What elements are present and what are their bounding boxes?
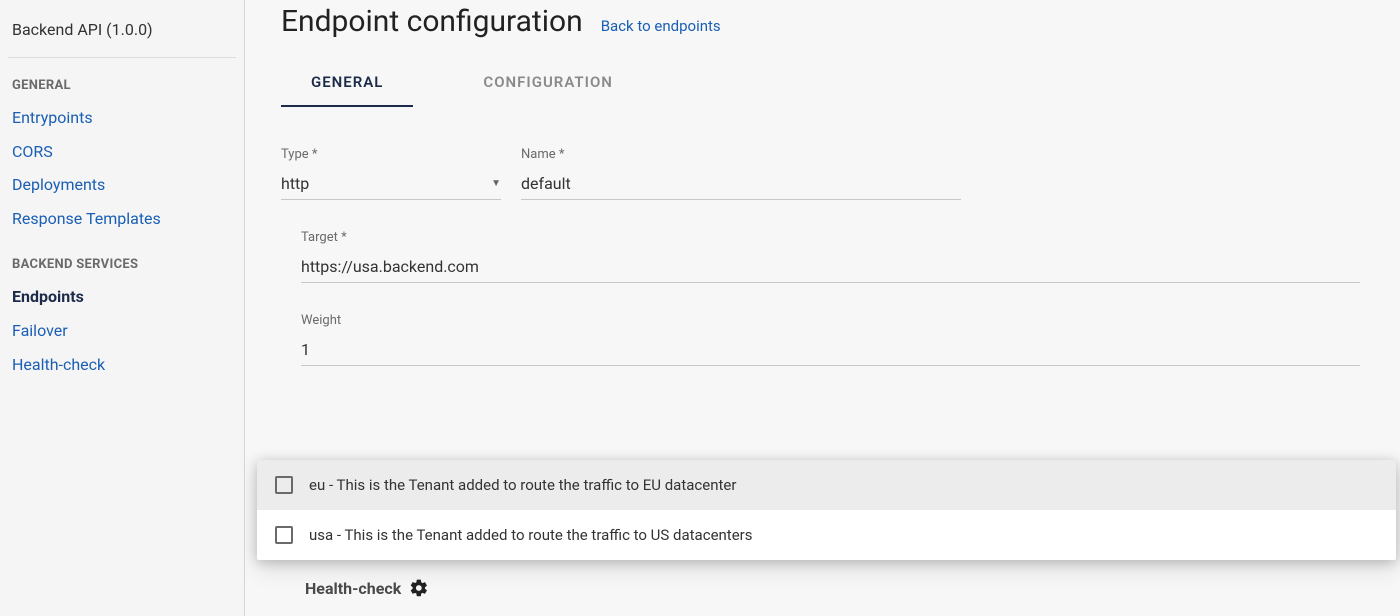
gear-icon [409, 578, 429, 598]
sidebar-section-label-general: GENERAL [0, 78, 244, 101]
target-input-wrap [301, 257, 1360, 283]
weight-input[interactable] [301, 340, 1360, 359]
health-check-label: Health-check [305, 579, 401, 598]
caret-down-icon: ▼ [491, 178, 501, 189]
form-row-type-name: Type * http ▼ Name * [281, 147, 1360, 200]
page-title: Endpoint configuration [281, 4, 583, 39]
tab-configuration[interactable]: CONFIGURATION [453, 63, 643, 107]
field-label-target: Target * [301, 230, 1360, 245]
tenant-option-label: usa - This is the Tenant added to route … [309, 526, 753, 544]
field-label-weight: Weight [301, 313, 1360, 328]
sidebar-item-response-templates[interactable]: Response Templates [0, 202, 244, 236]
checkbox-icon [275, 476, 293, 494]
tenant-dropdown-panel: eu - This is the Tenant added to route t… [257, 460, 1396, 560]
sidebar-item-deployments[interactable]: Deployments [0, 168, 244, 202]
tenant-option-label: eu - This is the Tenant added to route t… [309, 476, 736, 494]
name-input-wrap [521, 174, 961, 200]
type-select[interactable]: http ▼ [281, 174, 501, 200]
health-check-section-header: Health-check [305, 578, 429, 598]
name-input[interactable] [521, 174, 961, 193]
sidebar-item-entrypoints[interactable]: Entrypoints [0, 101, 244, 135]
target-input[interactable] [301, 257, 1360, 276]
sidebar-item-endpoints[interactable]: Endpoints [0, 280, 244, 314]
field-target: Target * [301, 230, 1360, 283]
sidebar-title: Backend API (1.0.0) [0, 20, 244, 57]
tenant-option-usa[interactable]: usa - This is the Tenant added to route … [257, 510, 1396, 560]
field-name: Name * [521, 147, 961, 200]
sidebar: Backend API (1.0.0) GENERAL Entrypoints … [0, 0, 245, 616]
weight-input-wrap [301, 340, 1360, 366]
form-area: Type * http ▼ Name * Target * [281, 107, 1400, 366]
sidebar-item-cors[interactable]: CORS [0, 135, 244, 169]
main-content: Endpoint configuration Back to endpoints… [245, 0, 1400, 616]
field-label-name: Name * [521, 147, 961, 162]
checkbox-icon [275, 526, 293, 544]
sidebar-item-healthcheck[interactable]: Health-check [0, 348, 244, 382]
field-label-type: Type * [281, 147, 501, 162]
tab-general[interactable]: GENERAL [281, 63, 413, 107]
back-to-endpoints-link[interactable]: Back to endpoints [601, 17, 721, 35]
sidebar-section-general: GENERAL Entrypoints CORS Deployments Res… [0, 78, 244, 235]
field-weight: Weight [301, 313, 1360, 366]
page-header: Endpoint configuration Back to endpoints [281, 0, 1400, 39]
sidebar-item-failover[interactable]: Failover [0, 314, 244, 348]
tenant-option-eu[interactable]: eu - This is the Tenant added to route t… [257, 460, 1396, 510]
field-type: Type * http ▼ [281, 147, 501, 200]
tabs: GENERAL CONFIGURATION [281, 63, 1400, 107]
sidebar-section-label-backend: BACKEND SERVICES [0, 257, 244, 280]
type-select-value: http [281, 174, 491, 193]
form-row-weight: Weight [281, 313, 1360, 366]
form-row-target: Target * [281, 230, 1360, 283]
sidebar-section-backend-services: BACKEND SERVICES Endpoints Failover Heal… [0, 257, 244, 381]
sidebar-divider [8, 57, 236, 58]
